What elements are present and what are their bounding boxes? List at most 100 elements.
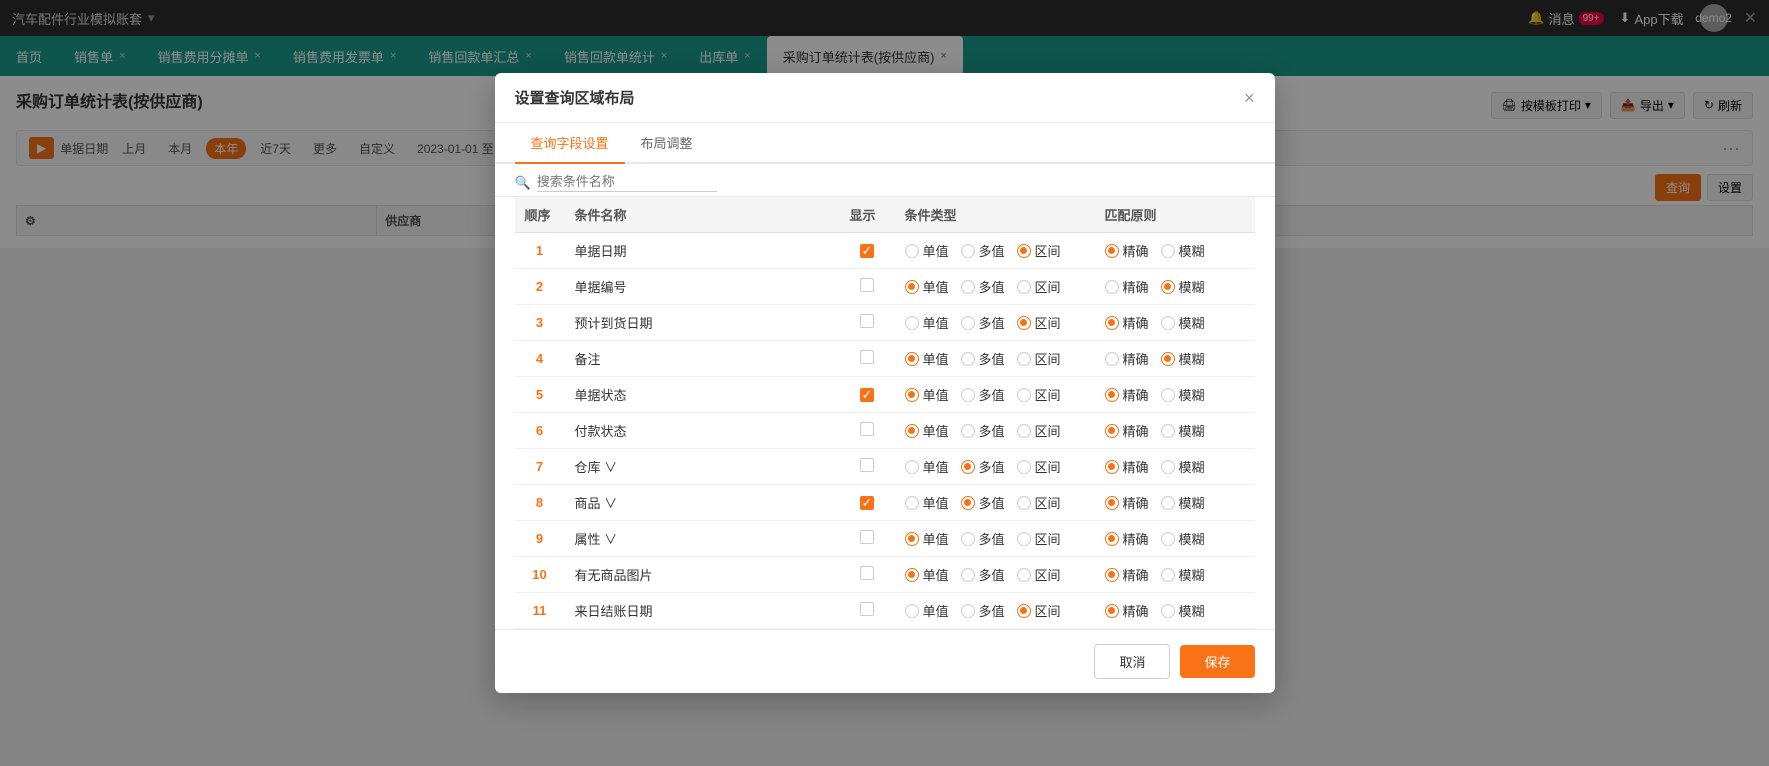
radio-item-match[interactable]: 精确 bbox=[1105, 313, 1149, 332]
radio-dot bbox=[961, 388, 975, 402]
radio-item-type[interactable]: 多值 bbox=[961, 349, 1005, 368]
modal-close-btn[interactable]: × bbox=[1244, 89, 1255, 107]
radio-item-type[interactable]: 单值 bbox=[905, 277, 949, 296]
radio-dot bbox=[1161, 316, 1175, 330]
modal-tab-query-fields[interactable]: 查询字段设置 bbox=[515, 123, 625, 164]
radio-item-match[interactable]: 精确 bbox=[1105, 493, 1149, 512]
radio-item-match[interactable]: 模糊 bbox=[1161, 565, 1205, 584]
radio-item-type[interactable]: 多值 bbox=[961, 313, 1005, 332]
radio-item-type[interactable]: 多值 bbox=[961, 493, 1005, 512]
cancel-btn[interactable]: 取消 bbox=[1094, 644, 1170, 679]
radio-item-type[interactable]: 区间 bbox=[1017, 313, 1061, 332]
radio-dot bbox=[1105, 424, 1119, 438]
row-display-checkbox[interactable] bbox=[840, 449, 895, 485]
row-display-checkbox[interactable] bbox=[840, 557, 895, 593]
radio-item-match[interactable]: 模糊 bbox=[1161, 457, 1205, 476]
radio-item-match[interactable]: 模糊 bbox=[1161, 277, 1205, 296]
checkbox[interactable] bbox=[860, 422, 874, 436]
radio-item-match[interactable]: 模糊 bbox=[1161, 313, 1205, 332]
radio-item-type[interactable]: 单值 bbox=[905, 529, 949, 548]
radio-item-match[interactable]: 模糊 bbox=[1161, 493, 1205, 512]
radio-item-match[interactable]: 模糊 bbox=[1161, 421, 1205, 440]
checkbox[interactable]: ✓ bbox=[860, 388, 874, 402]
row-display-checkbox[interactable] bbox=[840, 413, 895, 449]
radio-item-type[interactable]: 区间 bbox=[1017, 349, 1061, 368]
row-condition-name: 来日结账日期 bbox=[565, 593, 840, 629]
radio-item-type[interactable]: 单值 bbox=[905, 601, 949, 620]
radio-item-match[interactable]: 精确 bbox=[1105, 421, 1149, 440]
radio-item-type[interactable]: 多值 bbox=[961, 529, 1005, 548]
radio-item-match[interactable]: 精确 bbox=[1105, 529, 1149, 548]
radio-item-type[interactable]: 单值 bbox=[905, 565, 949, 584]
radio-item-type[interactable]: 多值 bbox=[961, 421, 1005, 440]
radio-item-type[interactable]: 单值 bbox=[905, 241, 949, 260]
radio-dot bbox=[1017, 604, 1031, 618]
radio-item-type[interactable]: 区间 bbox=[1017, 241, 1061, 260]
radio-item-type[interactable]: 单值 bbox=[905, 457, 949, 476]
checkbox[interactable]: ✓ bbox=[860, 496, 874, 510]
modal-table-row: 6付款状态单值多值区间精确模糊 bbox=[515, 413, 1255, 449]
radio-item-type[interactable]: 多值 bbox=[961, 601, 1005, 620]
radio-dot bbox=[1105, 532, 1119, 546]
row-display-checkbox[interactable] bbox=[840, 593, 895, 629]
search-input[interactable] bbox=[537, 174, 717, 189]
radio-item-match[interactable]: 精确 bbox=[1105, 601, 1149, 620]
radio-item-type[interactable]: 多值 bbox=[961, 565, 1005, 584]
radio-item-match[interactable]: 精确 bbox=[1105, 385, 1149, 404]
radio-item-type[interactable]: 区间 bbox=[1017, 385, 1061, 404]
radio-item-type[interactable]: 单值 bbox=[905, 349, 949, 368]
radio-item-match[interactable]: 模糊 bbox=[1161, 385, 1205, 404]
radio-item-type[interactable]: 区间 bbox=[1017, 277, 1061, 296]
radio-item-type[interactable]: 单值 bbox=[905, 493, 949, 512]
row-condition-name: 属性 ∨ bbox=[565, 521, 840, 557]
radio-item-type[interactable]: 区间 bbox=[1017, 493, 1061, 512]
radio-item-type[interactable]: 多值 bbox=[961, 241, 1005, 260]
radio-item-type[interactable]: 单值 bbox=[905, 385, 949, 404]
radio-item-match[interactable]: 精确 bbox=[1105, 277, 1149, 296]
radio-item-match[interactable]: 模糊 bbox=[1161, 601, 1205, 620]
checkbox[interactable] bbox=[860, 350, 874, 364]
radio-item-type[interactable]: 多值 bbox=[961, 385, 1005, 404]
checkbox[interactable] bbox=[860, 566, 874, 580]
checkbox[interactable] bbox=[860, 602, 874, 616]
row-match-radio: 精确模糊 bbox=[1095, 521, 1255, 557]
checkbox[interactable] bbox=[860, 458, 874, 472]
row-display-checkbox[interactable]: ✓ bbox=[840, 485, 895, 521]
radio-item-match[interactable]: 模糊 bbox=[1161, 241, 1205, 260]
radio-item-type[interactable]: 单值 bbox=[905, 421, 949, 440]
row-condition-name: 仓库 ∨ bbox=[565, 449, 840, 485]
row-display-checkbox[interactable]: ✓ bbox=[840, 233, 895, 269]
row-match-radio: 精确模糊 bbox=[1095, 377, 1255, 413]
save-btn[interactable]: 保存 bbox=[1180, 645, 1254, 678]
row-display-checkbox[interactable] bbox=[840, 521, 895, 557]
checkbox[interactable] bbox=[860, 278, 874, 292]
row-display-checkbox[interactable] bbox=[840, 269, 895, 305]
radio-dot bbox=[905, 316, 919, 330]
radio-item-match[interactable]: 精确 bbox=[1105, 241, 1149, 260]
radio-item-type[interactable]: 区间 bbox=[1017, 457, 1061, 476]
radio-item-match[interactable]: 精确 bbox=[1105, 565, 1149, 584]
checkbox[interactable]: ✓ bbox=[860, 244, 874, 258]
radio-item-type[interactable]: 区间 bbox=[1017, 565, 1061, 584]
radio-item-type[interactable]: 单值 bbox=[905, 313, 949, 332]
modal-tab-layout[interactable]: 布局调整 bbox=[625, 123, 709, 164]
radio-item-type[interactable]: 区间 bbox=[1017, 529, 1061, 548]
radio-item-type[interactable]: 多值 bbox=[961, 457, 1005, 476]
search-icon: 🔍 bbox=[515, 175, 531, 191]
radio-dot bbox=[905, 280, 919, 294]
radio-item-match[interactable]: 模糊 bbox=[1161, 529, 1205, 548]
radio-item-type[interactable]: 区间 bbox=[1017, 601, 1061, 620]
row-display-checkbox[interactable] bbox=[840, 305, 895, 341]
checkbox[interactable] bbox=[860, 530, 874, 544]
radio-dot bbox=[1105, 316, 1119, 330]
radio-item-type[interactable]: 多值 bbox=[961, 277, 1005, 296]
radio-item-match[interactable]: 精确 bbox=[1105, 457, 1149, 476]
radio-dot bbox=[961, 460, 975, 474]
radio-item-match[interactable]: 模糊 bbox=[1161, 349, 1205, 368]
checkbox[interactable] bbox=[860, 314, 874, 328]
row-display-checkbox[interactable] bbox=[840, 341, 895, 377]
radio-item-match[interactable]: 精确 bbox=[1105, 349, 1149, 368]
radio-dot bbox=[905, 352, 919, 366]
row-display-checkbox[interactable]: ✓ bbox=[840, 377, 895, 413]
radio-item-type[interactable]: 区间 bbox=[1017, 421, 1061, 440]
